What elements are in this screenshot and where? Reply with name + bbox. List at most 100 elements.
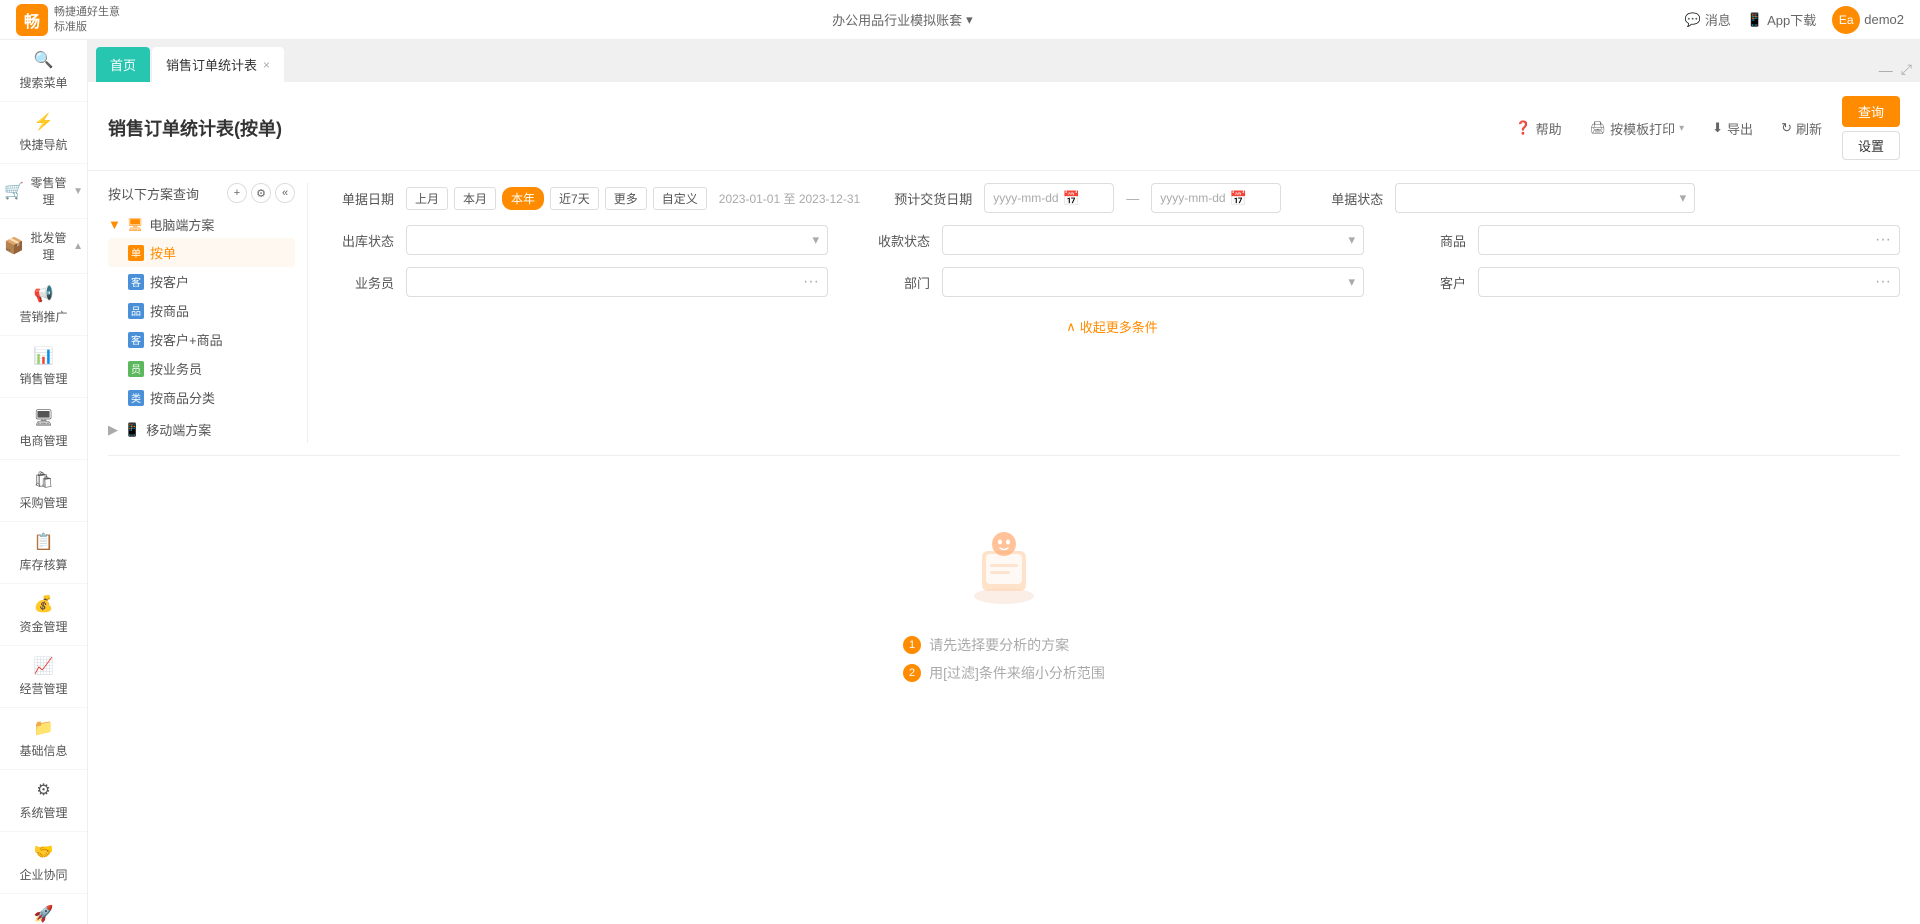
sidebar-item-new-user[interactable]: 🚀 新手引导 (0, 894, 87, 924)
message-icon: 💬 (1685, 12, 1701, 28)
order-status-label: 单据状态 (1313, 189, 1383, 208)
filter-row-3: 业务员 ··· 部门 ▾ 客户 ··· (324, 267, 1900, 297)
logo-icon: 畅 (16, 4, 48, 36)
sidebar-item-retail[interactable]: 🛒 零售管理 ▼ (0, 164, 87, 219)
scheme-item-by-order[interactable]: 单 按单 (108, 238, 295, 267)
sidebar-item-system[interactable]: ⚙ 系统管理 (0, 770, 87, 832)
salesperson-input[interactable]: ··· (406, 267, 828, 297)
sidebar-item-ecommerce[interactable]: 🖥 电商管理 (0, 398, 87, 460)
empty-state: 1 请先选择要分析的方案 2 用[过滤]条件来缩小分析范围 (88, 456, 1920, 743)
filter-right-panel: 单据日期 上月 本月 本年 近7天 更多 自定义 2023-01-01 至 20… (308, 183, 1900, 443)
dropdown-arrow-icon: ▾ (966, 12, 973, 28)
date-label: 单据日期 (324, 189, 394, 208)
logo-area: 畅 畅捷通好生意 标准版 (16, 4, 120, 36)
new-user-icon: 🚀 (34, 904, 54, 924)
mobile-category-icon: 📱 (124, 422, 140, 438)
tab-home[interactable]: 首页 (96, 47, 150, 82)
settings-btn[interactable]: 设置 (1842, 131, 1900, 160)
scheme-category-icon: 🖥 (127, 217, 144, 233)
department-chevron: ▾ (1348, 274, 1355, 290)
wholesale-arrow-icon: ▲ (73, 241, 83, 252)
message-btn[interactable]: 💬 消息 (1685, 10, 1731, 29)
empty-tip-2: 2 用[过滤]条件来缩小分析范围 (903, 663, 1105, 683)
tip-number-1: 1 (903, 636, 921, 654)
system-icon: ⚙ (36, 780, 50, 800)
sidebar-item-sales[interactable]: 📊 销售管理 (0, 336, 87, 398)
payment-status-select[interactable]: ▾ (942, 225, 1364, 255)
tab-minimize-icon[interactable]: — (1879, 62, 1893, 78)
content-area: 首页 销售订单统计表 × — ⤢ 销售订单统计表(按单) ❓ 帮助 (88, 40, 1920, 924)
tip-number-2: 2 (903, 664, 921, 682)
sidebar-item-purchase[interactable]: 🛍 采购管理 (0, 460, 87, 522)
salesperson-dots-icon: ··· (803, 273, 819, 291)
avatar: Ea (1832, 6, 1860, 34)
date-btn-more[interactable]: 更多 (605, 187, 647, 210)
scheme-expand-icon: ▼ (108, 217, 121, 232)
filter-area: 按以下方案查询 + ⚙ « ▼ 🖥 电脑端方案 单 (88, 171, 1920, 455)
basic-info-icon: 📁 (34, 718, 54, 738)
empty-tips: 1 请先选择要分析的方案 2 用[过滤]条件来缩小分析范围 (903, 635, 1105, 683)
customer-input[interactable]: ··· (1478, 267, 1900, 297)
sidebar-item-marketing[interactable]: 📢 营销推广 (0, 274, 87, 336)
date-btn-current-month[interactable]: 本月 (454, 187, 496, 210)
date-range-display: 2023-01-01 至 2023-12-31 (719, 190, 860, 207)
order-status-select[interactable]: ▾ (1395, 183, 1695, 213)
date-btn-current-year[interactable]: 本年 (502, 187, 544, 210)
app-download-btn[interactable]: 📱 App下载 (1747, 10, 1816, 29)
sidebar-item-search-menu[interactable]: 🔍 搜索菜单 (0, 40, 87, 102)
scheme-item-by-product[interactable]: 品 按商品 (108, 296, 295, 325)
scheme-category-desktop[interactable]: ▼ 🖥 电脑端方案 (108, 211, 295, 238)
sidebar-item-enterprise[interactable]: 🤝 企业协同 (0, 832, 87, 894)
collapse-more-btn[interactable]: ∧ 收起更多条件 (324, 309, 1900, 344)
customer-label: 客户 (1396, 273, 1466, 292)
marketing-icon: 📢 (34, 284, 54, 304)
scheme-add-btn[interactable]: + (227, 183, 247, 203)
page-actions: ❓ 帮助 🖨 按模板打印 ▾ ⬇ 导出 ↻ 刷新 (1507, 96, 1900, 160)
enterprise-icon: 🤝 (34, 842, 54, 862)
sidebar-item-operations[interactable]: 📈 经营管理 (0, 646, 87, 708)
delivery-status-select[interactable]: ▾ (406, 225, 828, 255)
scheme-category-mobile[interactable]: ▶ 📱 移动端方案 (108, 416, 295, 443)
sidebar-item-quick-nav[interactable]: ⚡ 快捷导航 (0, 102, 87, 164)
filter-row-2: 出库状态 ▾ 收款状态 ▾ 商品 ··· (324, 225, 1900, 255)
scheme-item-by-customer-product[interactable]: 客 按客户+商品 (108, 325, 295, 354)
export-btn[interactable]: ⬇ 导出 (1704, 115, 1761, 142)
print-btn[interactable]: 🖨 按模板打印 ▾ (1582, 115, 1693, 142)
page-title: 销售订单统计表(按单) (108, 115, 282, 141)
sidebar-item-wholesale[interactable]: 📦 批发管理 ▲ (0, 219, 87, 274)
user-area[interactable]: Ea demo2 (1832, 6, 1904, 34)
scheme-settings-btn[interactable]: ⚙ (251, 183, 271, 203)
tab-close-icon[interactable]: × (263, 58, 270, 72)
date-btn-last-month[interactable]: 上月 (406, 187, 448, 210)
refresh-btn[interactable]: ↻ 刷新 (1773, 115, 1830, 142)
refresh-icon: ↻ (1781, 120, 1792, 136)
purchase-icon: 🛍 (33, 470, 53, 490)
sidebar-item-finance[interactable]: 💰 资金管理 (0, 584, 87, 646)
sales-icon: 📊 (34, 346, 54, 366)
product-input[interactable]: ··· (1478, 225, 1900, 255)
date-btn-custom[interactable]: 自定义 (653, 187, 707, 210)
scheme-item-by-customer[interactable]: 客 按客户 (108, 267, 295, 296)
sidebar-item-inventory[interactable]: 📋 库存核算 (0, 522, 87, 584)
salesperson-label: 业务员 (324, 273, 394, 292)
scheme-collapse-btn[interactable]: « (275, 183, 295, 203)
scheme-item-by-product-category[interactable]: 类 按商品分类 (108, 383, 295, 412)
expected-date-label: 预计交货日期 (892, 189, 972, 208)
tab-sales-order[interactable]: 销售订单统计表 × (152, 47, 284, 82)
tab-maximize-icon[interactable]: ⤢ (1901, 61, 1912, 78)
help-btn[interactable]: ❓ 帮助 (1507, 115, 1569, 142)
wholesale-icon: 📦 (4, 236, 24, 256)
scheme-item-by-salesperson[interactable]: 员 按业务员 (108, 354, 295, 383)
sidebar-item-basic-info[interactable]: 📁 基础信息 (0, 708, 87, 770)
scheme-item-icon-prod-cat: 类 (128, 390, 144, 406)
date-btn-last-7-days[interactable]: 近7天 (550, 187, 599, 210)
date-quick-buttons: 上月 本月 本年 近7天 更多 自定义 (406, 187, 707, 210)
department-select[interactable]: ▾ (942, 267, 1364, 297)
payment-status-label: 收款状态 (860, 231, 930, 250)
query-btn[interactable]: 查询 (1842, 96, 1900, 127)
ecommerce-icon: 🖥 (33, 408, 53, 428)
quick-nav-icon: ⚡ (34, 112, 54, 132)
expected-date-start[interactable]: yyyy-mm-dd 📅 (984, 183, 1114, 213)
expected-date-end[interactable]: yyyy-mm-dd 📅 (1151, 183, 1281, 213)
product-selector[interactable]: 办公用品行业模拟账套 ▾ (832, 10, 973, 29)
